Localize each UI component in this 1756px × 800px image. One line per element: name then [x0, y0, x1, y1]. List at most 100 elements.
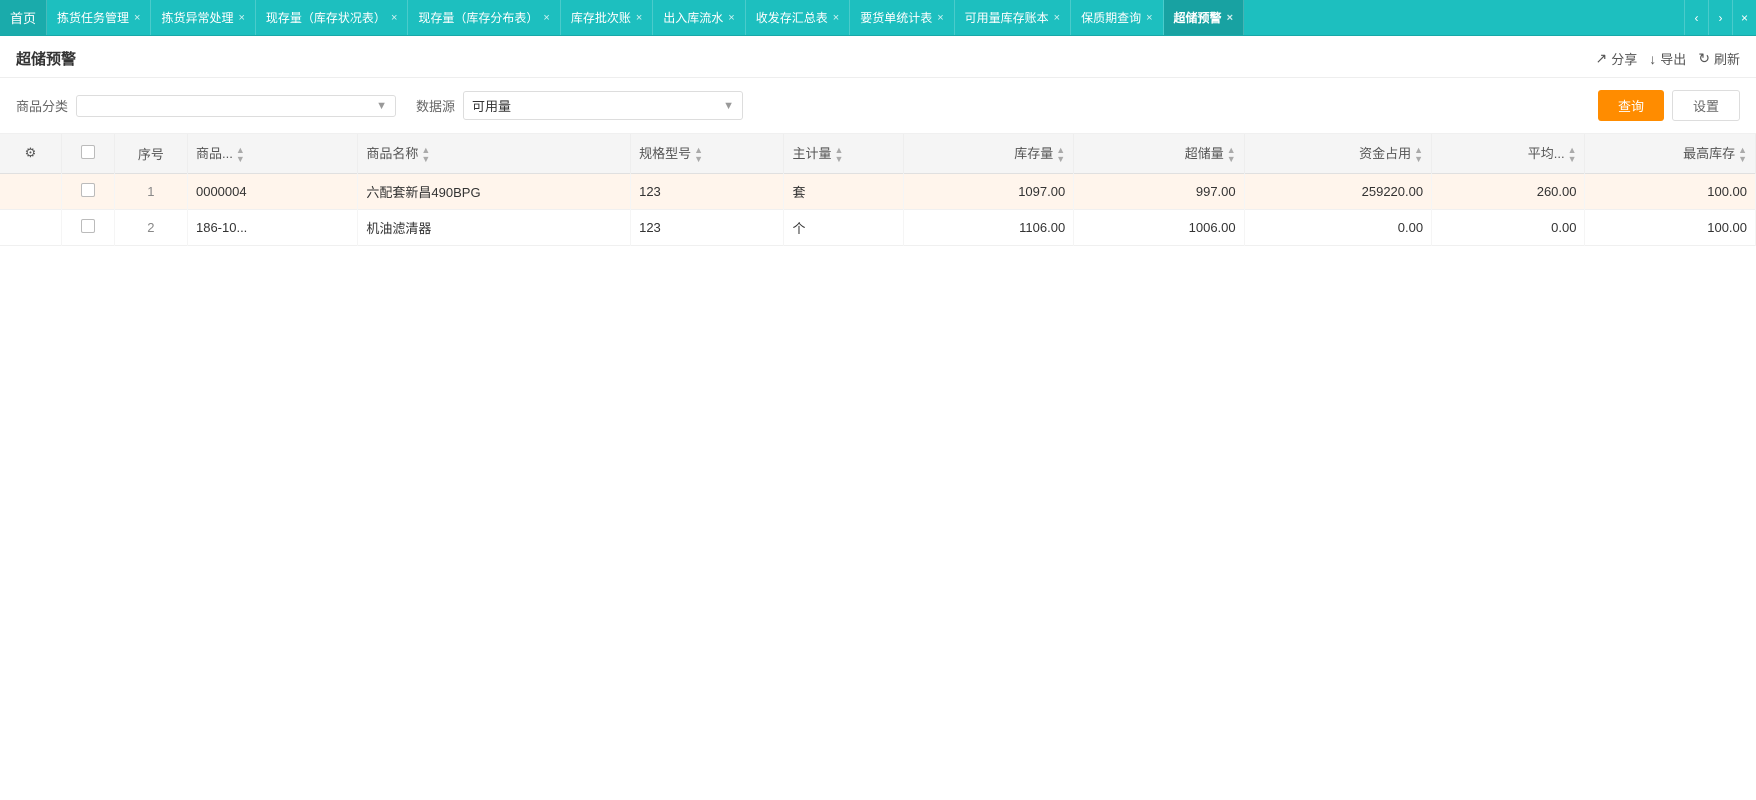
- nav-arrows: ‹ › ×: [1684, 0, 1756, 35]
- td-capital: 259220.00: [1244, 173, 1431, 209]
- td-avg: 0.00: [1432, 209, 1585, 245]
- sort-icon: ▲▼: [835, 146, 844, 164]
- close-icon[interactable]: ×: [1227, 12, 1233, 24]
- sort-icon: ▲▼: [1227, 146, 1236, 164]
- th-product-name[interactable]: 商品名称▲▼: [358, 134, 631, 173]
- close-icon[interactable]: ×: [728, 12, 734, 24]
- nav-bar: 首页 拣货任务管理 × 拣货异常处理 × 现存量（库存状况表） × 现存量（库存…: [0, 0, 1756, 36]
- td-over-qty: 1006.00: [1074, 209, 1244, 245]
- close-icon[interactable]: ×: [1054, 12, 1060, 24]
- datasource-select[interactable]: 可用量 ▼: [463, 91, 743, 120]
- td-spec: 123: [631, 173, 784, 209]
- nav-item-collect[interactable]: 收发存汇总表 ×: [746, 0, 850, 35]
- query-button[interactable]: 查询: [1598, 90, 1664, 121]
- td-over-qty: 997.00: [1074, 173, 1244, 209]
- gear-icon: ⚙: [25, 145, 37, 160]
- nav-item-stock-dist[interactable]: 现存量（库存分布表） ×: [408, 0, 560, 35]
- category-label: 商品分类: [16, 96, 68, 115]
- close-icon[interactable]: ×: [238, 12, 244, 24]
- th-over-qty[interactable]: 超储量▲▼: [1074, 134, 1244, 173]
- close-icon[interactable]: ×: [1146, 12, 1152, 24]
- nav-item-expiry[interactable]: 保质期查询 ×: [1071, 0, 1163, 35]
- td-check[interactable]: [61, 173, 114, 209]
- nav-item-home[interactable]: 首页: [0, 0, 47, 35]
- nav-item-overstock-alert[interactable]: 超储预警 ×: [1164, 0, 1244, 35]
- sort-icon: ▲▼: [421, 146, 430, 164]
- nav-item-stock-status[interactable]: 现存量（库存状况表） ×: [256, 0, 408, 35]
- td-stock: 1097.00: [903, 173, 1073, 209]
- sort-icon: ▲▼: [694, 146, 703, 164]
- nav-item-batch[interactable]: 库存批次账 ×: [561, 0, 653, 35]
- sort-icon: ▲▼: [1568, 146, 1577, 164]
- nav-item-abnormal[interactable]: 拣货异常处理 ×: [151, 0, 255, 35]
- th-unit[interactable]: 主计量▲▼: [784, 134, 903, 173]
- category-filter-group: 商品分类 ▼: [16, 95, 396, 117]
- td-spec: 123: [631, 209, 784, 245]
- close-icon[interactable]: ×: [937, 12, 943, 24]
- share-button[interactable]: ↗ 分享: [1595, 49, 1637, 68]
- td-product-code: 186-10...: [187, 209, 357, 245]
- chevron-down-icon: ▼: [376, 100, 387, 112]
- nav-item-task-mgmt[interactable]: 拣货任务管理 ×: [47, 0, 151, 35]
- sort-icon: ▲▼: [1414, 146, 1423, 164]
- td-avg: 260.00: [1432, 173, 1585, 209]
- th-max-stock[interactable]: 最高库存▲▼: [1585, 134, 1756, 173]
- datasource-label: 数据源: [416, 96, 455, 115]
- datasource-filter-group: 数据源 可用量 ▼: [416, 91, 743, 120]
- export-button[interactable]: ↓ 导出: [1649, 49, 1686, 68]
- close-icon[interactable]: ×: [543, 12, 549, 24]
- th-product-code[interactable]: 商品...▲▼: [187, 134, 357, 173]
- page-container: 超储预警 ↗ 分享 ↓ 导出 ↻ 刷新 商品分类 ▼ 数据源: [0, 36, 1756, 800]
- close-icon[interactable]: ×: [636, 12, 642, 24]
- td-check[interactable]: [61, 209, 114, 245]
- nav-item-available-stock[interactable]: 可用量库存账本 ×: [955, 0, 1071, 35]
- th-check[interactable]: [61, 134, 114, 173]
- th-stock[interactable]: 库存量▲▼: [903, 134, 1073, 173]
- settings-button[interactable]: 设置: [1672, 90, 1740, 121]
- td-no: 1: [114, 173, 187, 209]
- th-capital[interactable]: 资金占用▲▼: [1244, 134, 1431, 173]
- refresh-icon: ↻: [1698, 50, 1710, 67]
- th-spec[interactable]: 规格型号▲▼: [631, 134, 784, 173]
- sort-icon: ▲▼: [1738, 146, 1747, 164]
- td-stock: 1106.00: [903, 209, 1073, 245]
- close-icon[interactable]: ×: [134, 12, 140, 24]
- nav-arrow-right[interactable]: ›: [1708, 0, 1732, 35]
- td-unit: 套: [784, 173, 903, 209]
- td-max-stock: 100.00: [1585, 209, 1756, 245]
- table-row: 2 186-10... 机油滤清器 123 个 1106.00 1006.00 …: [0, 209, 1756, 245]
- nav-item-order-stats[interactable]: 要货单统计表 ×: [850, 0, 954, 35]
- th-no: 序号: [114, 134, 187, 173]
- td-no: 2: [114, 209, 187, 245]
- datasource-select-value: 可用量: [472, 96, 511, 115]
- table-row: 1 0000004 六配套新昌490BPG 123 套 1097.00 997.…: [0, 173, 1756, 209]
- nav-arrow-close[interactable]: ×: [1732, 0, 1756, 35]
- td-product-name: 六配套新昌490BPG: [358, 173, 631, 209]
- table-container: ⚙ 序号 商品...▲▼ 商品名称▲▼ 规格型号▲▼: [0, 134, 1756, 246]
- close-icon[interactable]: ×: [391, 12, 397, 24]
- close-icon[interactable]: ×: [833, 12, 839, 24]
- category-select[interactable]: ▼: [76, 95, 396, 117]
- td-capital: 0.00: [1244, 209, 1431, 245]
- page-title: 超储预警: [16, 48, 76, 69]
- chevron-down-icon: ▼: [723, 100, 734, 112]
- filter-area: 商品分类 ▼ 数据源 可用量 ▼ 查询 设置: [0, 78, 1756, 134]
- data-table: ⚙ 序号 商品...▲▼ 商品名称▲▼ 规格型号▲▼: [0, 134, 1756, 246]
- nav-arrow-left[interactable]: ‹: [1684, 0, 1708, 35]
- table-header-row: ⚙ 序号 商品...▲▼ 商品名称▲▼ 规格型号▲▼: [0, 134, 1756, 173]
- td-product-name: 机油滤清器: [358, 209, 631, 245]
- td-gear: [0, 209, 61, 245]
- header-actions: ↗ 分享 ↓ 导出 ↻ 刷新: [1595, 49, 1740, 68]
- page-header: 超储预警 ↗ 分享 ↓ 导出 ↻ 刷新: [0, 36, 1756, 78]
- row-checkbox[interactable]: [81, 219, 95, 233]
- export-icon: ↓: [1649, 51, 1656, 67]
- th-gear[interactable]: ⚙: [0, 134, 61, 173]
- nav-item-flow[interactable]: 出入库流水 ×: [653, 0, 745, 35]
- refresh-button[interactable]: ↻ 刷新: [1698, 49, 1740, 68]
- row-checkbox[interactable]: [81, 183, 95, 197]
- td-product-code: 0000004: [187, 173, 357, 209]
- th-avg[interactable]: 平均...▲▼: [1432, 134, 1585, 173]
- select-all-checkbox[interactable]: [81, 145, 95, 159]
- sort-icon: ▲▼: [236, 146, 245, 164]
- td-gear: [0, 173, 61, 209]
